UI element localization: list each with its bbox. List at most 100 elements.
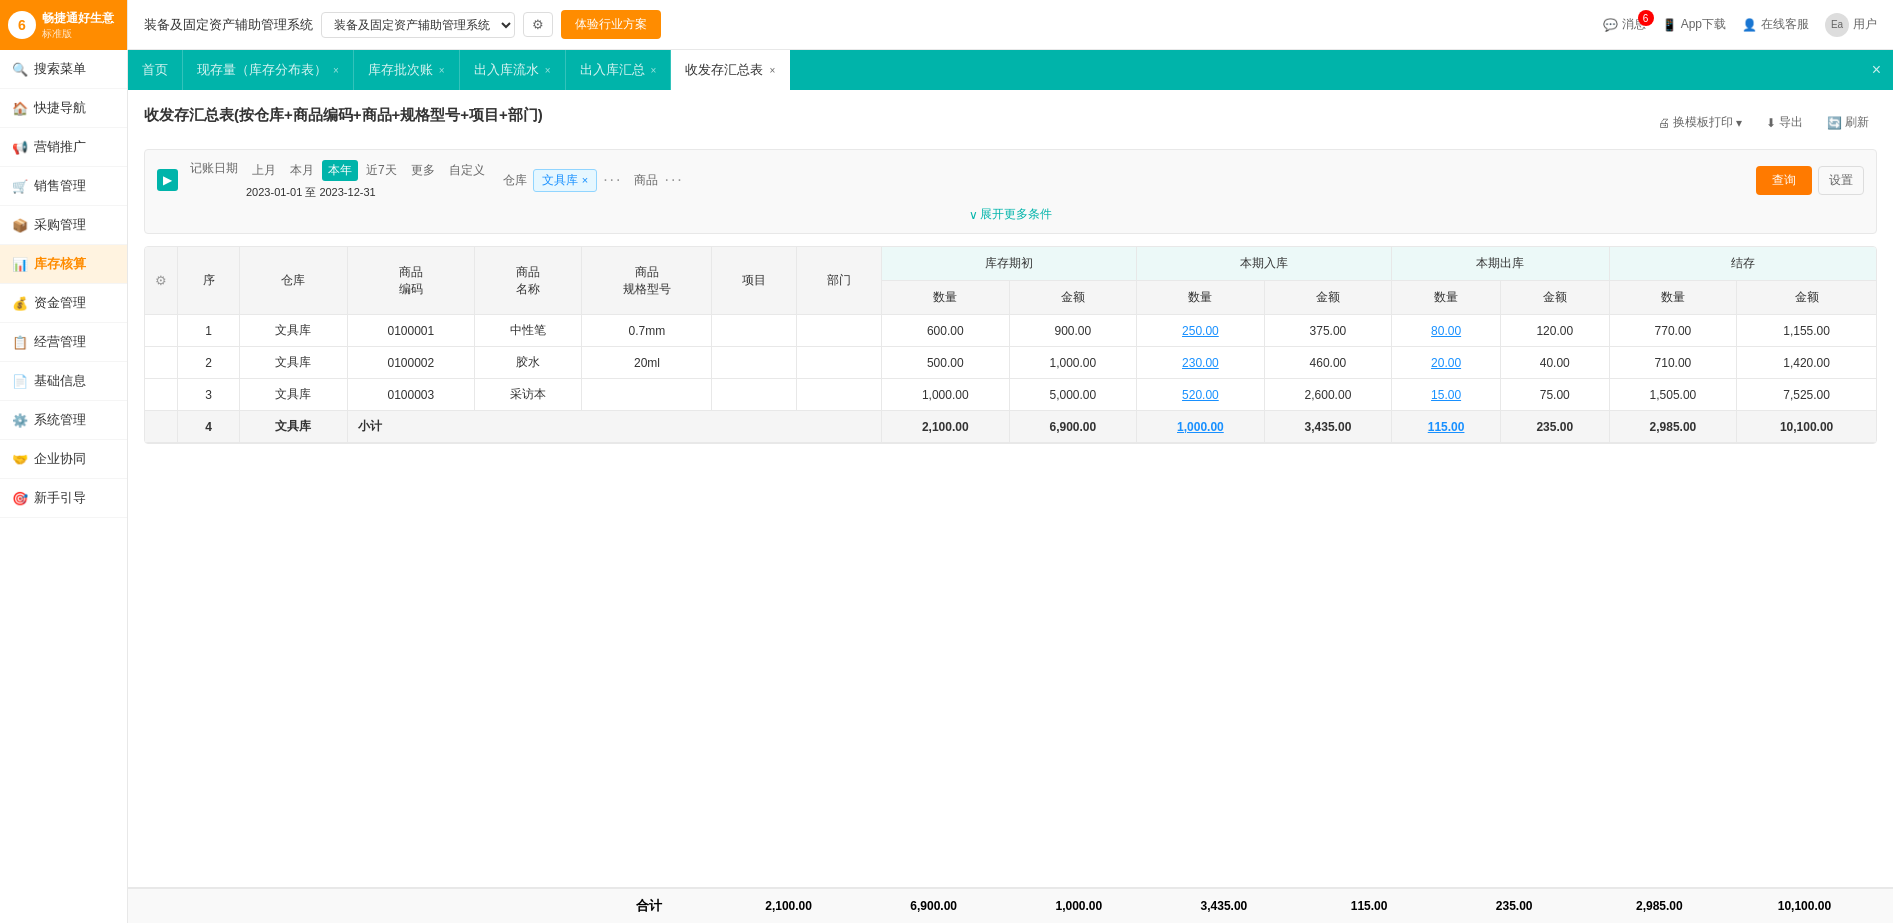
sidebar-item-finance[interactable]: 💰 资金管理 xyxy=(0,284,127,323)
col-group-out: 本期出库 xyxy=(1392,247,1609,281)
content-area: 收发存汇总表(按仓库+商品编码+商品+规格型号+项目+部门) 🖨 换模板打印 ▾… xyxy=(128,90,1893,887)
row-warehouse: 文具库 xyxy=(240,315,347,347)
col-code: 商品编码 xyxy=(347,247,475,315)
row-close-qty: 770.00 xyxy=(1609,315,1737,347)
sidebar-item-sales[interactable]: 🛒 销售管理 xyxy=(0,167,127,206)
tab-batch[interactable]: 库存批次账 × xyxy=(354,50,460,90)
row-project xyxy=(712,379,797,411)
row-out-qty[interactable]: 80.00 xyxy=(1392,315,1501,347)
date-btn-last-month[interactable]: 上月 xyxy=(246,160,282,181)
sidebar-item-quick-nav[interactable]: 🏠 快捷导航 xyxy=(0,89,127,128)
message-btn[interactable]: 💬 消息 6 xyxy=(1603,16,1646,33)
date-btn-7days[interactable]: 近7天 xyxy=(360,160,403,181)
tab-recv-send[interactable]: 收发存汇总表 × xyxy=(671,50,790,90)
date-range-display: 2023-01-01 至 2023-12-31 xyxy=(246,185,491,200)
date-btn-more[interactable]: 更多 xyxy=(405,160,441,181)
tab-close-inout-summary[interactable]: × xyxy=(651,65,657,76)
print-btn[interactable]: 🖨 换模板打印 ▾ xyxy=(1650,110,1750,135)
row-settings-cell xyxy=(145,379,178,411)
sidebar-item-purchase[interactable]: 📦 采购管理 xyxy=(0,206,127,245)
export-btn[interactable]: ⬇ 导出 xyxy=(1758,110,1811,135)
col-group-opening: 库存期初 xyxy=(881,247,1136,281)
expand-conditions-btn[interactable]: ∨ 展开更多条件 xyxy=(969,206,1052,223)
date-btn-this-year[interactable]: 本年 xyxy=(322,160,358,181)
sidebar-item-search[interactable]: 🔍 搜索菜单 xyxy=(0,50,127,89)
table-row: 1 文具库 0100001 中性笔 0.7mm 600.00 900.00 25… xyxy=(145,315,1876,347)
mobile-icon: 📱 xyxy=(1662,18,1677,32)
system-select[interactable]: 装备及固定资产辅助管理系统 xyxy=(321,12,515,38)
filter-toggle-btn[interactable]: ▶ xyxy=(157,169,178,191)
finance-icon: 💰 xyxy=(12,295,28,311)
col-close-amt: 金额 xyxy=(1737,281,1876,315)
total-open-amt: 6,900.00 xyxy=(861,899,1006,913)
warehouse-tag-close[interactable]: × xyxy=(582,174,588,186)
subtotal-warehouse: 文具库 xyxy=(240,411,347,443)
sidebar-item-basic[interactable]: 📄 基础信息 xyxy=(0,362,127,401)
col-group-closing: 结存 xyxy=(1609,247,1876,281)
sidebar-item-operation[interactable]: 📋 经营管理 xyxy=(0,323,127,362)
subtotal-in-amt: 3,435.00 xyxy=(1264,411,1392,443)
refresh-icon: 🔄 xyxy=(1827,116,1842,130)
goods-more-dots[interactable]: ··· xyxy=(664,171,683,189)
app-download-btn[interactable]: 📱 App下载 xyxy=(1662,16,1726,33)
tab-close-inventory-dist[interactable]: × xyxy=(333,65,339,76)
subtotal-no: 4 xyxy=(178,411,240,443)
row-dept xyxy=(797,379,882,411)
sidebar-item-guide[interactable]: 🎯 新手引导 xyxy=(0,479,127,518)
total-close-amt: 10,100.00 xyxy=(1732,899,1877,913)
goods-filter: 商品 ··· xyxy=(634,171,683,189)
refresh-btn[interactable]: 🔄 刷新 xyxy=(1819,110,1877,135)
sidebar-item-inventory[interactable]: 📊 库存核算 xyxy=(0,245,127,284)
row-out-qty[interactable]: 15.00 xyxy=(1392,379,1501,411)
table-settings-btn[interactable]: ⚙ xyxy=(155,273,167,288)
avatar: Ea xyxy=(1825,13,1849,37)
row-spec: 20ml xyxy=(582,347,712,379)
sidebar-item-system[interactable]: ⚙️ 系统管理 xyxy=(0,401,127,440)
row-code: 0100002 xyxy=(347,347,475,379)
total-out-qty: 115.00 xyxy=(1297,899,1442,913)
col-out-amt: 金额 xyxy=(1500,281,1609,315)
sidebar-item-marketing[interactable]: 📢 营销推广 xyxy=(0,128,127,167)
settings-button[interactable]: 设置 xyxy=(1818,166,1864,195)
tab-close-batch[interactable]: × xyxy=(439,65,445,76)
user-menu[interactable]: Ea 用户 xyxy=(1825,13,1877,37)
row-in-qty[interactable]: 230.00 xyxy=(1137,347,1265,379)
row-out-qty[interactable]: 20.00 xyxy=(1392,347,1501,379)
row-open-qty: 600.00 xyxy=(881,315,1009,347)
row-close-amt: 1,155.00 xyxy=(1737,315,1876,347)
col-close-qty: 数量 xyxy=(1609,281,1737,315)
tab-home[interactable]: 首页 xyxy=(128,50,183,90)
tab-inventory-dist[interactable]: 现存量（库存分布表） × xyxy=(183,50,354,90)
col-out-qty: 数量 xyxy=(1392,281,1501,315)
online-service-btn[interactable]: 👤 在线客服 xyxy=(1742,16,1809,33)
total-in-amt: 3,435.00 xyxy=(1151,899,1296,913)
date-btn-custom[interactable]: 自定义 xyxy=(443,160,491,181)
tab-inout-summary[interactable]: 出入库汇总 × xyxy=(566,50,672,90)
row-close-qty: 710.00 xyxy=(1609,347,1737,379)
main-area: 装备及固定资产辅助管理系统 装备及固定资产辅助管理系统 ⚙ 体验行业方案 💬 消… xyxy=(128,0,1893,923)
footer-total-bar: 合计 2,100.00 6,900.00 1,000.00 3,435.00 1… xyxy=(128,887,1893,923)
row-in-qty[interactable]: 250.00 xyxy=(1137,315,1265,347)
sidebar-item-corp[interactable]: 🤝 企业协同 xyxy=(0,440,127,479)
subtotal-out-amt: 235.00 xyxy=(1500,411,1609,443)
tab-close-inout-flow[interactable]: × xyxy=(545,65,551,76)
total-out-amt: 235.00 xyxy=(1442,899,1587,913)
row-in-qty[interactable]: 520.00 xyxy=(1137,379,1265,411)
trial-button[interactable]: 体验行业方案 xyxy=(561,10,661,39)
logo-icon: 6 xyxy=(8,11,36,39)
date-btn-this-month[interactable]: 本月 xyxy=(284,160,320,181)
warehouse-more-dots[interactable]: ··· xyxy=(603,171,622,189)
footer-values: 2,100.00 6,900.00 1,000.00 3,435.00 115.… xyxy=(716,899,1877,913)
row-code: 0100001 xyxy=(347,315,475,347)
close-all-tabs[interactable]: × xyxy=(1860,61,1893,79)
row-open-qty: 500.00 xyxy=(881,347,1009,379)
tab-inout-flow[interactable]: 出入库流水 × xyxy=(460,50,566,90)
tab-close-recv-send[interactable]: × xyxy=(769,65,775,76)
gear-button[interactable]: ⚙ xyxy=(523,12,553,37)
subtotal-close-qty: 2,985.00 xyxy=(1609,411,1737,443)
marketing-icon: 📢 xyxy=(12,139,28,155)
date-filter-label: 记账日期 xyxy=(190,160,238,177)
export-icon: ⬇ xyxy=(1766,116,1776,130)
total-close-qty: 2,985.00 xyxy=(1587,899,1732,913)
query-button[interactable]: 查询 xyxy=(1756,166,1812,195)
